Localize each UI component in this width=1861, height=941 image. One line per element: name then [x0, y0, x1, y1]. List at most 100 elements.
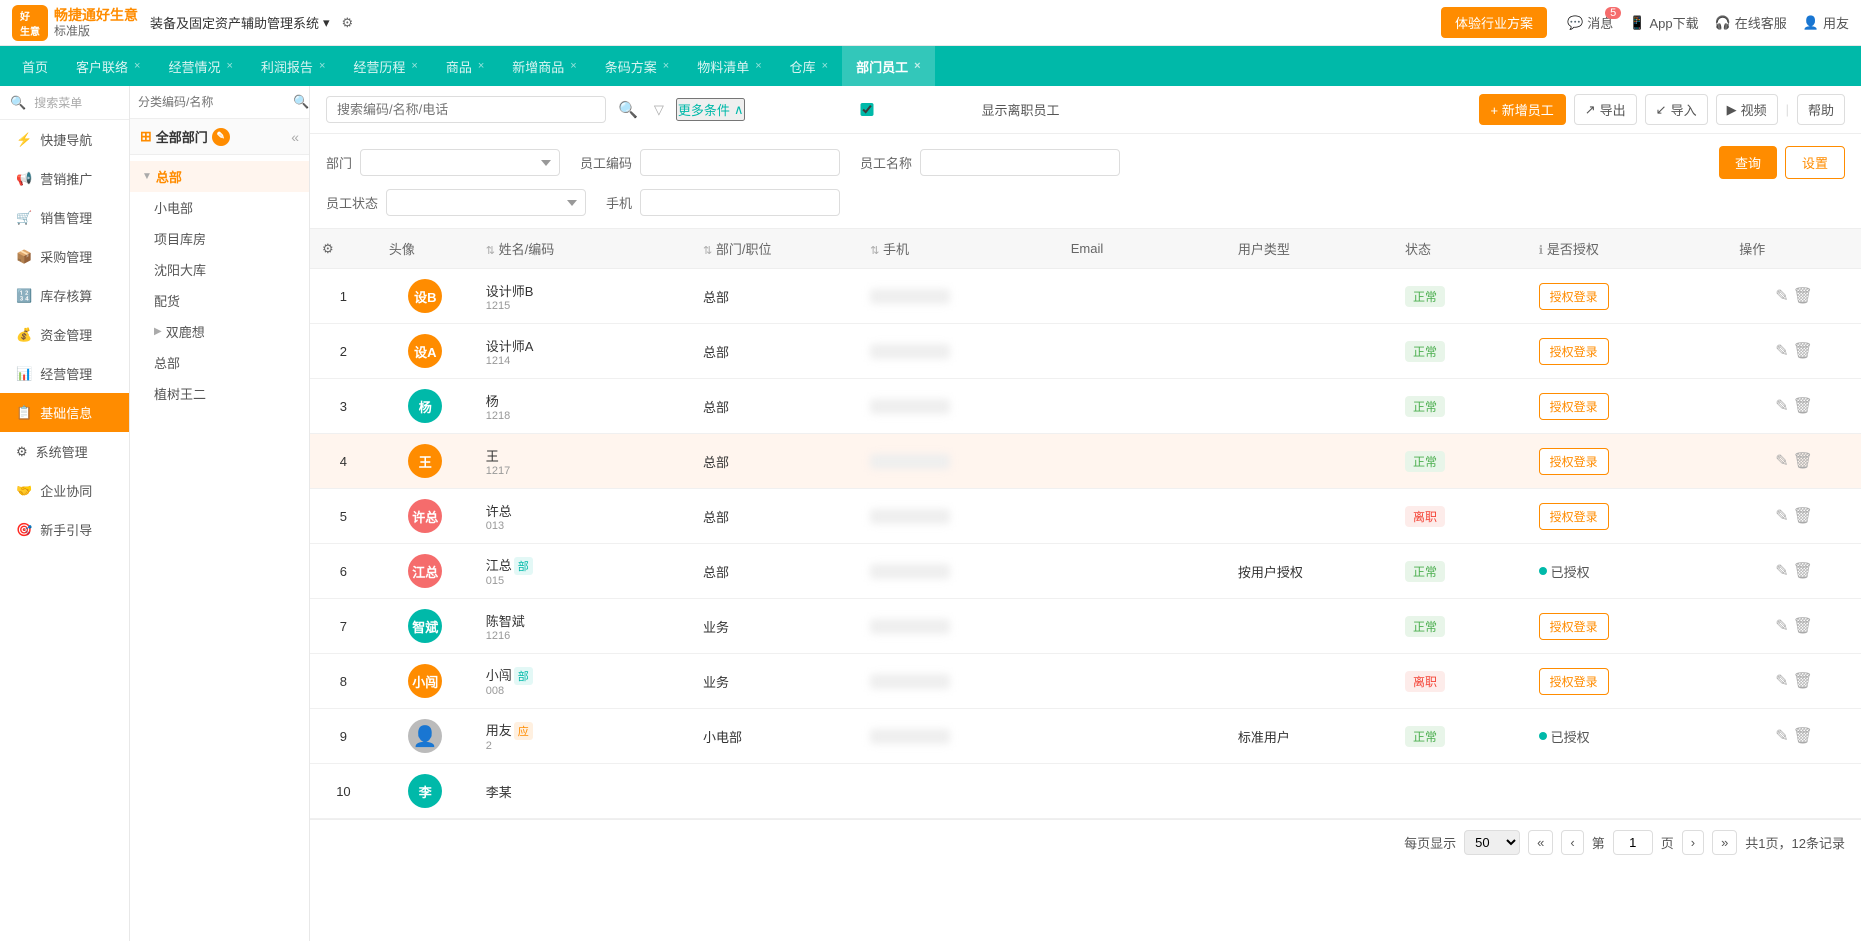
- auth-button[interactable]: 授权登录: [1539, 393, 1609, 420]
- edit-button[interactable]: ✎: [1775, 728, 1788, 745]
- auth-button[interactable]: 授权登录: [1539, 613, 1609, 640]
- collapse-dept-icon[interactable]: «: [291, 129, 299, 145]
- phone-input[interactable]: [640, 189, 840, 216]
- delete-button[interactable]: 🗑: [1793, 563, 1813, 580]
- tab-history[interactable]: 经营历程 ×: [339, 46, 431, 86]
- set-button[interactable]: 设置: [1785, 146, 1845, 179]
- delete-button[interactable]: 🗑: [1793, 508, 1813, 525]
- col-dept-header[interactable]: ⇅ 部门/职位: [691, 229, 858, 269]
- message-btn[interactable]: 💬 消息 5: [1567, 13, 1613, 32]
- auth-button[interactable]: 授权登录: [1539, 668, 1609, 695]
- tab-home[interactable]: 首页: [8, 46, 62, 86]
- sidebar-search[interactable]: 🔍 搜索菜单: [0, 86, 129, 120]
- delete-button[interactable]: 🗑: [1793, 728, 1813, 745]
- tab-profit-close[interactable]: ×: [319, 60, 325, 72]
- sidebar-item-purchase[interactable]: 📦 采购管理: [0, 237, 129, 276]
- edit-button[interactable]: ✎: [1775, 563, 1788, 580]
- tab-customer-close[interactable]: ×: [134, 60, 140, 72]
- edit-button[interactable]: ✎: [1775, 508, 1788, 525]
- app-download-btn[interactable]: 📱 App下载: [1629, 13, 1698, 32]
- tab-warehouse-close[interactable]: ×: [822, 60, 828, 72]
- top-search-icon[interactable]: 🔍: [618, 100, 638, 120]
- sys-selector[interactable]: 装备及固定资产辅助管理系统 ▾ ⚙: [150, 13, 353, 32]
- import-button[interactable]: ↙ 导入: [1645, 94, 1708, 125]
- delete-button[interactable]: 🗑: [1793, 453, 1813, 470]
- sidebar-item-system[interactable]: ⚙ 系统管理: [0, 432, 129, 471]
- auth-button[interactable]: 授权登录: [1539, 448, 1609, 475]
- next-page-btn[interactable]: ›: [1682, 830, 1704, 855]
- tab-operation[interactable]: 经营情况 ×: [154, 46, 246, 86]
- sidebar-item-finance[interactable]: 💰 资金管理: [0, 315, 129, 354]
- auth-button[interactable]: 授权登录: [1539, 283, 1609, 310]
- dept-node-peihuo[interactable]: 配货: [130, 285, 309, 316]
- emp-name-input[interactable]: [920, 149, 1120, 176]
- tab-bom[interactable]: 物料清单 ×: [683, 46, 775, 86]
- help-button[interactable]: 帮助: [1797, 94, 1845, 125]
- dept-node-root[interactable]: ▼ 总部: [130, 161, 309, 192]
- page-number-input[interactable]: [1613, 830, 1653, 855]
- col-phone-header[interactable]: ⇅ 手机: [858, 229, 1059, 269]
- dept-node-xiaodian[interactable]: 小电部: [130, 192, 309, 223]
- query-button[interactable]: 查询: [1719, 146, 1777, 179]
- sidebar-item-marketing[interactable]: 📢 营销推广: [0, 159, 129, 198]
- online-service-btn[interactable]: 🎧 在线客服: [1715, 13, 1787, 32]
- more-conditions-btn[interactable]: 更多条件 ∧: [676, 98, 746, 121]
- delete-button[interactable]: 🗑: [1793, 618, 1813, 635]
- dept-search-input[interactable]: [138, 95, 293, 109]
- tab-dept-staff[interactable]: 部门员工 ×: [842, 46, 934, 86]
- add-employee-button[interactable]: + 新增员工: [1479, 94, 1566, 125]
- delete-button[interactable]: 🗑: [1793, 673, 1813, 690]
- tab-warehouse[interactable]: 仓库 ×: [776, 46, 842, 86]
- sidebar-item-shortcut[interactable]: ⚡ 快捷导航: [0, 120, 129, 159]
- edit-button[interactable]: ✎: [1775, 288, 1788, 305]
- page-size-select[interactable]: 50 100: [1464, 830, 1520, 855]
- auth-button[interactable]: 授权登录: [1539, 338, 1609, 365]
- last-page-btn[interactable]: »: [1712, 830, 1737, 855]
- edit-dept-icon[interactable]: ✎: [212, 128, 230, 146]
- sidebar-item-guide[interactable]: 🎯 新手引导: [0, 510, 129, 549]
- sidebar-item-inventory[interactable]: 🔢 库存核算: [0, 276, 129, 315]
- tab-profit[interactable]: 利润报告 ×: [247, 46, 339, 86]
- dept-node-zhishu[interactable]: 植树王二: [130, 378, 309, 409]
- tab-goods-close[interactable]: ×: [478, 60, 484, 72]
- chevron-down-icon[interactable]: ▾: [323, 15, 330, 31]
- tab-barcode[interactable]: 条码方案 ×: [591, 46, 683, 86]
- tab-barcode-close[interactable]: ×: [663, 60, 669, 72]
- export-button[interactable]: ↗ 导出: [1574, 94, 1637, 125]
- dept-node-shuangluxiang[interactable]: ▶ 双鹿想: [130, 316, 309, 347]
- settings-icon[interactable]: ⚙: [342, 15, 354, 31]
- emp-code-input[interactable]: [640, 149, 840, 176]
- show-resigned-checkbox[interactable]: [757, 103, 977, 116]
- prev-page-btn[interactable]: ‹: [1561, 830, 1583, 855]
- delete-button[interactable]: 🗑: [1793, 343, 1813, 360]
- user-btn[interactable]: 👤 用友: [1803, 13, 1849, 32]
- gear-icon[interactable]: ⚙: [322, 241, 334, 256]
- delete-button[interactable]: 🗑: [1793, 288, 1813, 305]
- dept-node-zongbu[interactable]: 总部: [130, 347, 309, 378]
- sidebar-item-operation[interactable]: 📊 经营管理: [0, 354, 129, 393]
- tab-operation-close[interactable]: ×: [226, 60, 232, 72]
- edit-button[interactable]: ✎: [1775, 343, 1788, 360]
- tab-dept-staff-close[interactable]: ×: [914, 60, 920, 72]
- view-button[interactable]: ▶ 视频: [1716, 94, 1778, 125]
- dept-filter-select[interactable]: [360, 149, 560, 176]
- sidebar-item-corp[interactable]: 🤝 企业协同: [0, 471, 129, 510]
- top-search-input[interactable]: [326, 96, 606, 123]
- filter-icon[interactable]: ▽: [654, 102, 664, 118]
- tab-goods[interactable]: 商品 ×: [432, 46, 498, 86]
- delete-button[interactable]: 🗑: [1793, 398, 1813, 415]
- dept-search-icon[interactable]: 🔍: [293, 94, 309, 110]
- edit-button[interactable]: ✎: [1775, 673, 1788, 690]
- tab-history-close[interactable]: ×: [411, 60, 417, 72]
- trial-button[interactable]: 体验行业方案: [1441, 7, 1547, 38]
- dept-node-project[interactable]: 项目库房: [130, 223, 309, 254]
- dept-node-shenyang[interactable]: 沈阳大库: [130, 254, 309, 285]
- auth-button[interactable]: 授权登录: [1539, 503, 1609, 530]
- col-name-header[interactable]: ⇅ 姓名/编码: [474, 229, 691, 269]
- tab-new-goods[interactable]: 新增商品 ×: [498, 46, 590, 86]
- col-settings[interactable]: ⚙: [310, 229, 377, 269]
- emp-status-select[interactable]: [386, 189, 586, 216]
- edit-button[interactable]: ✎: [1775, 398, 1788, 415]
- sidebar-item-basic[interactable]: 📋 基础信息: [0, 393, 129, 432]
- edit-button[interactable]: ✎: [1775, 453, 1788, 470]
